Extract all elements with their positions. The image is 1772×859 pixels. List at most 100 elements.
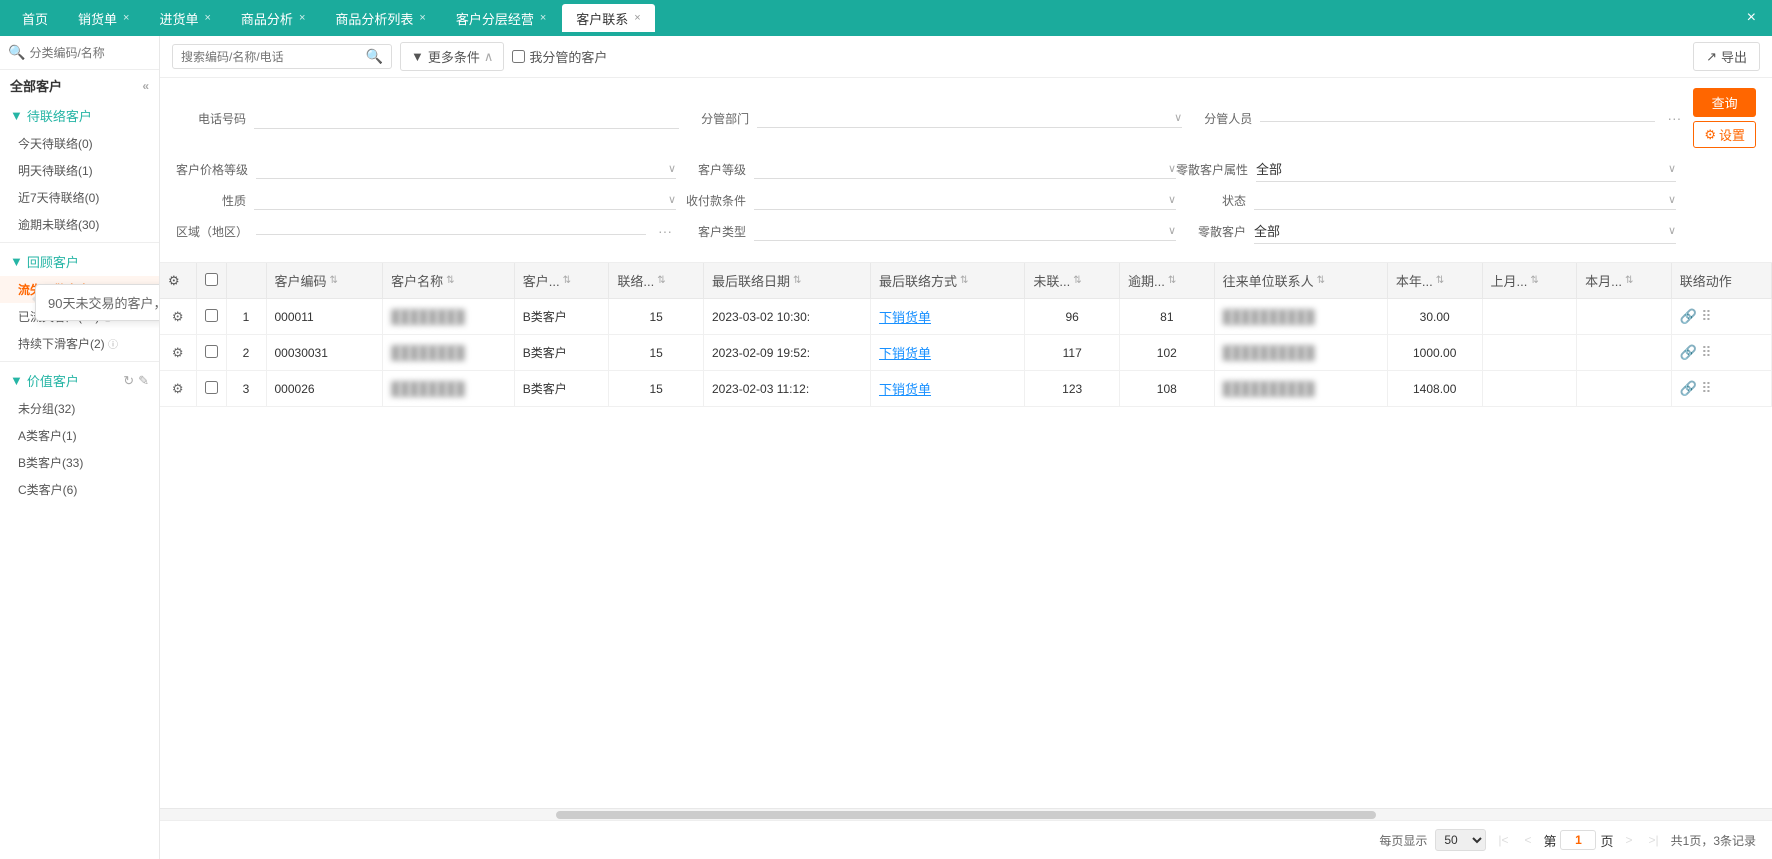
close-all-tabs[interactable]: × [1739, 5, 1764, 31]
status-select[interactable]: ∨ [1254, 190, 1676, 210]
row-last-method[interactable]: 下销货单 [870, 371, 1024, 407]
tab-analysis-list[interactable]: 商品分析列表 × [321, 4, 439, 32]
sidebar-item-b-class[interactable]: B类客户(33) [0, 449, 159, 476]
tab-purchase[interactable]: 进货单 × [145, 4, 224, 32]
phone-input[interactable] [254, 108, 679, 129]
tab-close-customer-contact[interactable]: × [634, 12, 640, 24]
filter-payment: 收付款条件 ∨ [676, 190, 1176, 210]
th-no-contact[interactable]: 未联... ⇅ [1025, 263, 1120, 299]
sidebar-item-declining[interactable]: 持续下滑客户(2) ⓘ [0, 330, 159, 357]
tab-sales[interactable]: 销货单 × [64, 4, 143, 32]
h-scrollbar[interactable] [160, 808, 1772, 820]
th-last-method[interactable]: 最后联络方式 ⇅ [870, 263, 1024, 299]
row-action-gear[interactable]: ⚙ [160, 371, 196, 407]
row-checkbox-cell[interactable] [196, 335, 226, 371]
sidebar-item-ungroup[interactable]: 未分组(32) [0, 395, 159, 422]
tab-close-purchase[interactable]: × [204, 12, 210, 24]
tab-customer-tier[interactable]: 客户分层经营 × [442, 4, 560, 32]
next-page-btn[interactable]: > [1622, 831, 1637, 849]
sidebar-all-customers-header[interactable]: 全部客户 « [0, 70, 159, 101]
dept-select[interactable]: ∨ [757, 108, 1182, 128]
tab-close-sales[interactable]: × [123, 12, 129, 24]
th-last-month[interactable]: 上月... ⇅ [1482, 263, 1577, 299]
zero-attr-select[interactable]: 全部 ∨ [1256, 156, 1676, 182]
gender-select[interactable]: ∨ [254, 190, 676, 210]
gear-settings-icon[interactable]: ⚙ [168, 273, 180, 288]
th-contacts[interactable]: 联络... ⇅ [609, 263, 704, 299]
tab-close-customer-tier[interactable]: × [540, 12, 546, 24]
per-page-select[interactable]: 50 100 200 [1435, 829, 1486, 851]
refresh-icon[interactable]: ↻ [123, 373, 134, 389]
row-checkbox[interactable] [205, 381, 218, 394]
th-contact-person[interactable]: 往来单位联系人 ⇅ [1214, 263, 1387, 299]
tab-analysis[interactable]: 商品分析 × [227, 4, 319, 32]
th-overdue[interactable]: 逾期... ⇅ [1120, 263, 1215, 299]
edit-icon[interactable]: ✎ [138, 373, 149, 389]
section-review[interactable]: ▼ 回顾客户 [0, 247, 159, 276]
payment-select[interactable]: ∨ [754, 190, 1176, 210]
th-type[interactable]: 客户... ⇅ [514, 263, 609, 299]
row-checkbox[interactable] [205, 345, 218, 358]
sidebar-collapse-btn[interactable]: « [142, 79, 149, 93]
row-link-icon[interactable]: 🔗 [1680, 380, 1697, 397]
row-this-year: 1408.00 [1387, 371, 1482, 407]
row-contacts: 15 [609, 299, 704, 335]
prev-page-btn[interactable]: < [1520, 831, 1535, 849]
search-input[interactable] [181, 50, 362, 64]
tab-home[interactable]: 首页 [8, 4, 62, 32]
export-btn[interactable]: ↗ 导出 [1693, 42, 1760, 71]
th-name[interactable]: 客户名称 ⇅ [383, 263, 515, 299]
sidebar-item-7days[interactable]: 近7天待联络(0) [0, 184, 159, 211]
row-checkbox-cell[interactable] [196, 299, 226, 335]
region-dots-icon[interactable]: ··· [654, 223, 676, 239]
tab-customer-contact[interactable]: 客户联系 × [562, 4, 654, 32]
row-action-gear[interactable]: ⚙ [160, 299, 196, 335]
more-conditions-btn[interactable]: ▼ 更多条件 ∧ [400, 42, 504, 71]
sidebar-search-input[interactable] [29, 46, 160, 60]
my-customers-checkbox-container[interactable]: 我分管的客户 [512, 47, 607, 66]
select-all-checkbox[interactable] [205, 273, 218, 286]
person-select[interactable] [1260, 115, 1655, 122]
sidebar-item-tomorrow[interactable]: 明天待联络(1) [0, 157, 159, 184]
row-menu-icon[interactable]: ⠿ [1701, 308, 1711, 325]
th-this-month[interactable]: 本月... ⇅ [1577, 263, 1672, 299]
zero-customer-select[interactable]: 全部 ∨ [1254, 218, 1676, 244]
person-dots-icon[interactable]: ··· [1663, 110, 1685, 126]
row-menu-icon[interactable]: ⠿ [1701, 344, 1711, 361]
price-grade-label: 客户价格等级 [176, 161, 248, 178]
sidebar-item-a-class[interactable]: A类客户(1) [0, 422, 159, 449]
row-action-gear[interactable]: ⚙ [160, 335, 196, 371]
settings-btn[interactable]: ⚙ 设置 [1693, 121, 1756, 148]
row-checkbox-cell[interactable] [196, 371, 226, 407]
row-no: 2 [226, 335, 266, 371]
row-menu-icon[interactable]: ⠿ [1701, 380, 1711, 397]
row-checkbox[interactable] [205, 309, 218, 322]
h-scrollbar-thumb[interactable] [556, 811, 1376, 819]
content-area: 🔍 ▼ 更多条件 ∧ 我分管的客户 ↗ 导出 电话号码 [160, 36, 1772, 859]
th-last-date[interactable]: 最后联络日期 ⇅ [704, 263, 871, 299]
row-last-method[interactable]: 下销货单 [870, 335, 1024, 371]
sidebar-item-c-class[interactable]: C类客户(6) [0, 476, 159, 503]
customer-grade-select[interactable]: ∨ [754, 159, 1176, 179]
th-code[interactable]: 客户编码 ⇅ [266, 263, 383, 299]
row-no: 3 [226, 371, 266, 407]
sidebar-item-overdue[interactable]: 逾期未联络(30) [0, 211, 159, 238]
sidebar-item-today[interactable]: 今天待联络(0) [0, 130, 159, 157]
search-icon[interactable]: 🔍 [366, 48, 383, 65]
query-btn[interactable]: 查询 [1693, 88, 1756, 117]
last-page-btn[interactable]: >| [1645, 831, 1663, 849]
tab-close-analysis-list[interactable]: × [419, 12, 425, 24]
row-last-method[interactable]: 下销货单 [870, 299, 1024, 335]
section-pending[interactable]: ▼ 待联络客户 [0, 101, 159, 130]
section-value[interactable]: ▼ 价值客户 ↻ ✎ [0, 366, 159, 395]
price-grade-select[interactable]: ∨ [256, 159, 676, 179]
row-link-icon[interactable]: 🔗 [1680, 344, 1697, 361]
tab-close-analysis[interactable]: × [299, 12, 305, 24]
th-this-year[interactable]: 本年... ⇅ [1387, 263, 1482, 299]
page-input[interactable] [1560, 830, 1596, 850]
customer-type-select[interactable]: ∨ [754, 221, 1176, 241]
region-select[interactable] [256, 228, 646, 235]
my-customers-checkbox[interactable] [512, 50, 525, 63]
first-page-btn[interactable]: |< [1494, 831, 1512, 849]
row-link-icon[interactable]: 🔗 [1680, 308, 1697, 325]
